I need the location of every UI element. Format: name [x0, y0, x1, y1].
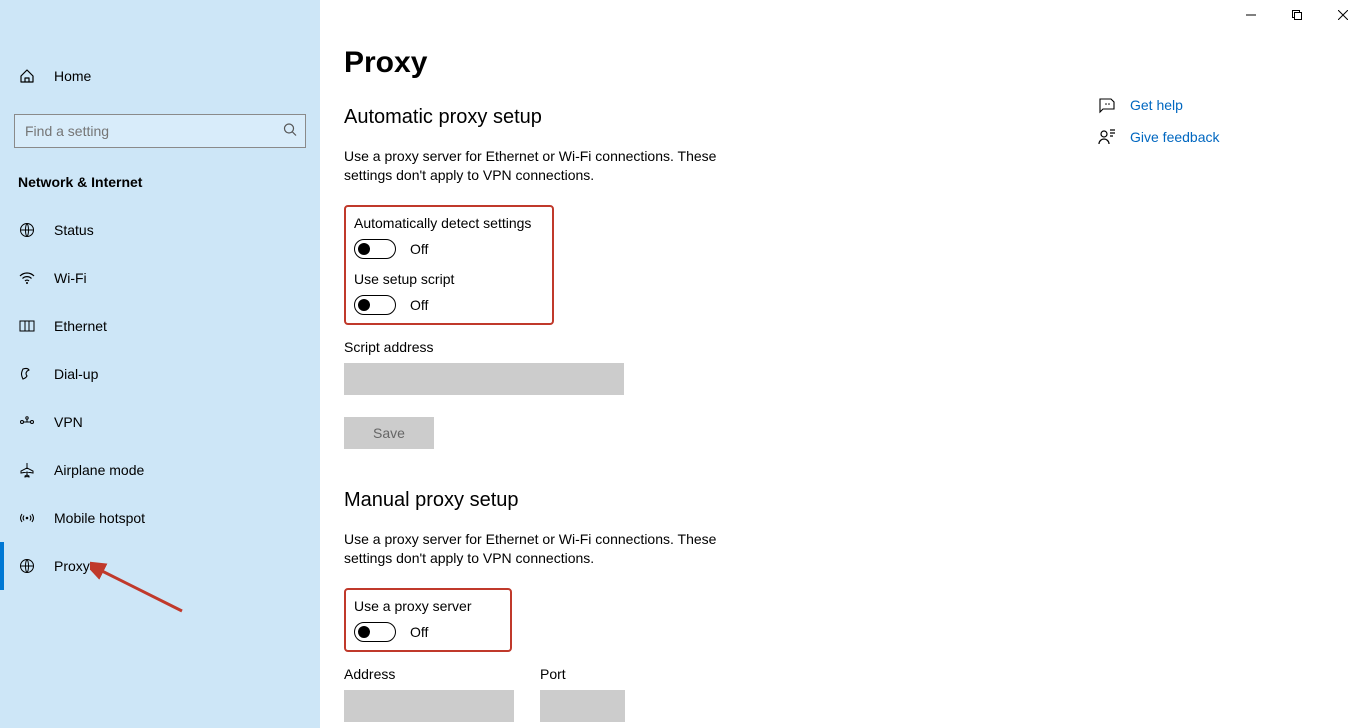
close-icon	[1338, 10, 1348, 20]
give-feedback-text: Give feedback	[1130, 129, 1220, 145]
sidebar-section-header: Network & Internet	[0, 160, 320, 200]
sidebar-item-vpn[interactable]: VPN	[0, 398, 320, 446]
setup-script-label: Use setup script	[354, 271, 544, 287]
auto-desc: Use a proxy server for Ethernet or Wi-Fi…	[344, 147, 764, 185]
sidebar-item-proxy[interactable]: Proxy	[0, 542, 320, 590]
sidebar-item-label: Proxy	[54, 558, 90, 574]
use-proxy-label: Use a proxy server	[354, 598, 502, 614]
manual-heading: Manual proxy setup	[344, 489, 1366, 512]
script-address-input	[344, 363, 624, 395]
use-proxy-state: Off	[410, 624, 428, 640]
minimize-icon	[1246, 10, 1256, 20]
maximize-icon	[1292, 10, 1302, 20]
proxy-icon	[18, 557, 36, 575]
auto-detect-label: Automatically detect settings	[354, 215, 544, 231]
highlight-auto-toggles: Automatically detect settings Off Use se…	[344, 205, 554, 325]
search-icon	[283, 123, 297, 140]
get-help-link[interactable]: Get help	[1098, 96, 1220, 114]
sidebar-items: Status Wi-Fi Ethernet Dial-up VPN	[0, 200, 320, 590]
maximize-button[interactable]	[1274, 0, 1320, 30]
manual-address-input	[344, 690, 514, 722]
save-button: Save	[344, 417, 434, 449]
auto-detect-toggle[interactable]	[354, 239, 396, 259]
setup-script-state: Off	[410, 297, 428, 313]
sidebar-home-label: Home	[54, 68, 91, 84]
search-box[interactable]	[14, 114, 306, 148]
sidebar-item-airplane[interactable]: Airplane mode	[0, 446, 320, 494]
wifi-icon	[18, 269, 36, 287]
hotspot-icon	[18, 509, 36, 527]
sidebar-item-wifi[interactable]: Wi-Fi	[0, 254, 320, 302]
sidebar: Home Network & Internet Status Wi-Fi	[0, 0, 320, 728]
help-icon	[1098, 96, 1116, 114]
minimize-button[interactable]	[1228, 0, 1274, 30]
ethernet-icon	[18, 317, 36, 335]
sidebar-item-dialup[interactable]: Dial-up	[0, 350, 320, 398]
give-feedback-link[interactable]: Give feedback	[1098, 128, 1220, 146]
feedback-icon	[1098, 128, 1116, 146]
sidebar-item-status[interactable]: Status	[0, 206, 320, 254]
content: Proxy Automatic proxy setup Use a proxy …	[344, 46, 1366, 728]
manual-fields: Address Port	[344, 666, 1366, 722]
setup-script-toggle[interactable]	[354, 295, 396, 315]
sidebar-item-label: Mobile hotspot	[54, 510, 145, 526]
search-wrap	[0, 102, 320, 160]
search-input[interactable]	[25, 123, 271, 139]
sidebar-item-label: Airplane mode	[54, 462, 144, 478]
airplane-icon	[18, 461, 36, 479]
sidebar-item-hotspot[interactable]: Mobile hotspot	[0, 494, 320, 542]
sidebar-item-label: Status	[54, 222, 94, 238]
window-controls	[1228, 0, 1366, 30]
aside-links: Get help Give feedback	[1098, 96, 1220, 146]
status-icon	[18, 221, 36, 239]
sidebar-item-ethernet[interactable]: Ethernet	[0, 302, 320, 350]
auto-detect-state: Off	[410, 241, 428, 257]
manual-port-input	[540, 690, 625, 722]
get-help-text: Get help	[1130, 97, 1183, 113]
script-address-label: Script address	[344, 339, 1366, 355]
vpn-icon	[18, 413, 36, 431]
sidebar-item-label: VPN	[54, 414, 83, 430]
sidebar-item-label: Wi-Fi	[54, 270, 87, 286]
manual-desc: Use a proxy server for Ethernet or Wi-Fi…	[344, 530, 764, 568]
sidebar-item-label: Ethernet	[54, 318, 107, 334]
sidebar-item-label: Dial-up	[54, 366, 98, 382]
use-proxy-toggle[interactable]	[354, 622, 396, 642]
manual-address-label: Address	[344, 666, 514, 682]
sidebar-home[interactable]: Home	[0, 56, 320, 96]
highlight-manual-toggle: Use a proxy server Off	[344, 588, 512, 652]
close-button[interactable]	[1320, 0, 1366, 30]
manual-port-label: Port	[540, 666, 625, 682]
home-icon	[18, 67, 36, 85]
dialup-icon	[18, 365, 36, 383]
page-title: Proxy	[344, 46, 1366, 80]
